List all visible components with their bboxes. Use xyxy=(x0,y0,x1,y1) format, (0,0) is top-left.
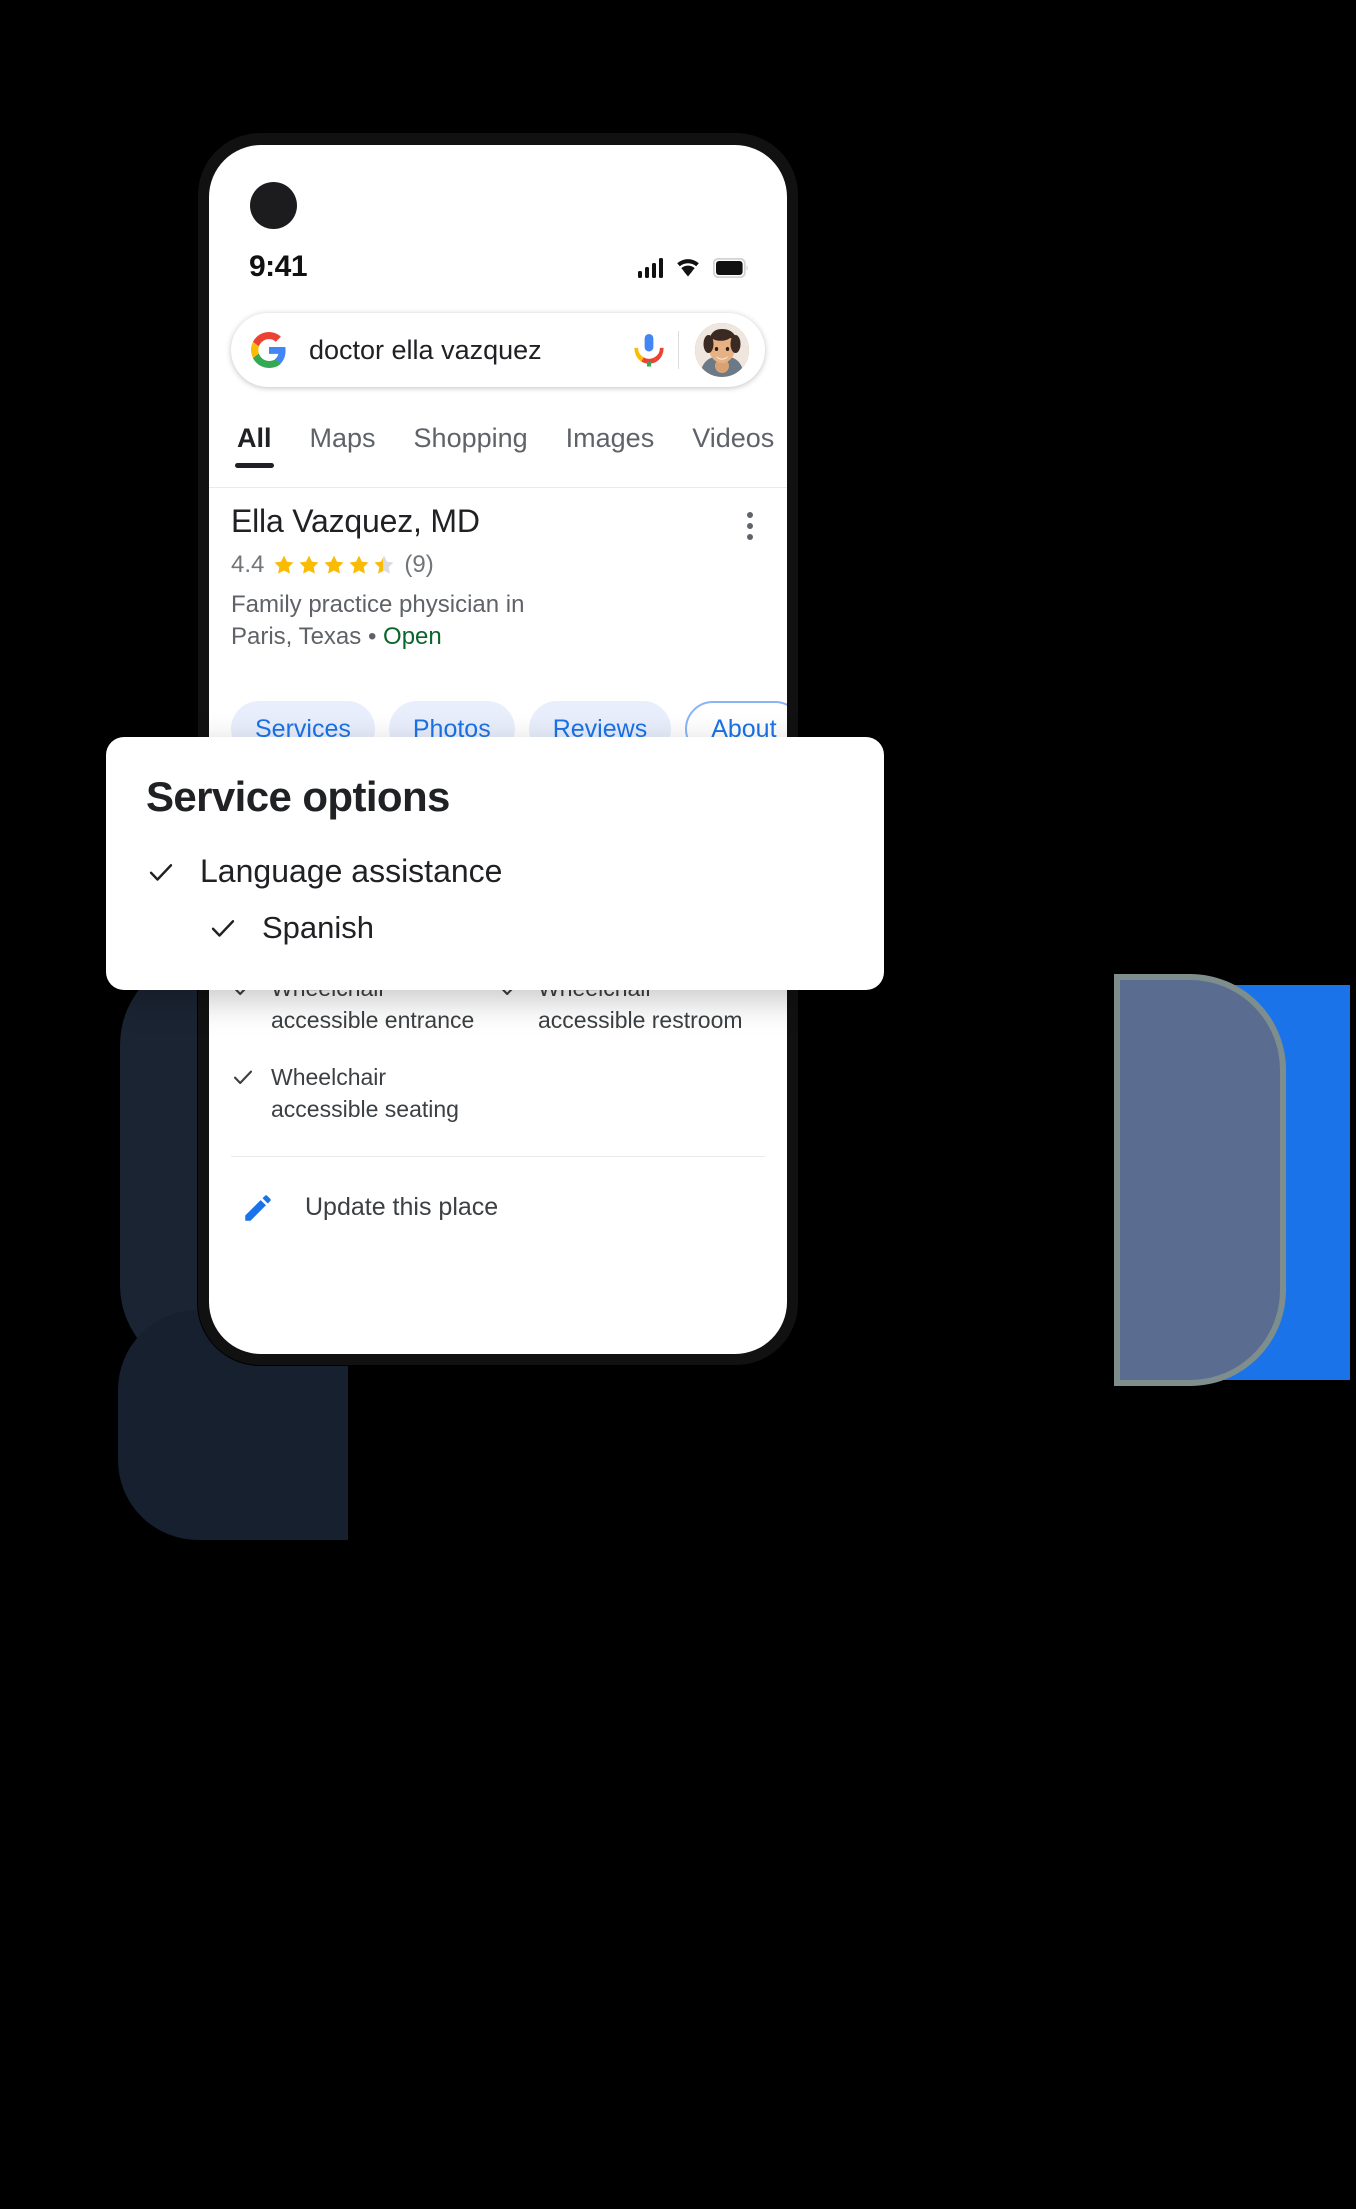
avatar-photo-icon xyxy=(695,323,749,377)
knowledge-panel: Ella Vazquez, MD 4.4 (9) Family practice… xyxy=(209,503,787,653)
microphone-icon[interactable] xyxy=(634,333,664,367)
search-divider xyxy=(678,331,679,369)
user-avatar[interactable] xyxy=(695,323,749,377)
overlay-list-subitem-label: Spanish xyxy=(262,910,375,945)
tabs-divider xyxy=(209,487,787,488)
result-meta: Family practice physician in Paris, Texa… xyxy=(231,589,571,653)
camera-punch-hole-icon xyxy=(250,182,297,229)
rating-row: 4.4 (9) xyxy=(231,551,765,579)
result-description: Family practice physician in xyxy=(231,591,525,618)
star-rating-icon xyxy=(272,553,396,577)
battery-icon xyxy=(713,257,748,278)
service-options-overlay-card: Service options Language assistance Span… xyxy=(106,737,884,990)
result-location: Paris, Texas xyxy=(231,623,362,651)
overlay-list-subitem: Spanish xyxy=(208,910,844,946)
list-item: Wheelchair accessible seating xyxy=(231,1062,498,1125)
meta-separator: • xyxy=(367,623,377,651)
status-bar: 9:41 xyxy=(209,245,787,289)
update-this-place-label: Update this place xyxy=(305,1193,499,1222)
overlay-title: Service options xyxy=(146,773,450,820)
tab-maps[interactable]: Maps xyxy=(308,417,378,472)
overlay-list-item: Language assistance xyxy=(146,853,844,890)
tab-shopping[interactable]: Shopping xyxy=(412,417,530,472)
decorative-blue-block xyxy=(1125,985,1350,1380)
tab-images[interactable]: Images xyxy=(564,417,657,472)
wifi-icon xyxy=(677,258,699,276)
tab-videos[interactable]: Videos xyxy=(690,417,776,472)
result-header: Ella Vazquez, MD xyxy=(231,503,765,543)
list-item-label: Wheelchair accessible seating xyxy=(271,1064,459,1123)
overlay-list-item-label: Language assistance xyxy=(200,853,503,889)
screenshot-root: 9:41 doctor ella vazquez All Maps Shoppi… xyxy=(0,0,1356,2209)
status-time: 9:41 xyxy=(249,250,308,283)
check-icon xyxy=(149,863,173,881)
accessibility-grid: Wheelchair accessible entrance Wheelchai… xyxy=(231,973,765,1152)
review-count: (9) xyxy=(404,551,434,578)
google-g-icon xyxy=(251,332,286,368)
accessibility-section: Wheelchair accessible entrance Wheelchai… xyxy=(209,973,787,1225)
search-bar[interactable]: doctor ella vazquez xyxy=(231,313,765,387)
pencil-icon xyxy=(245,1195,271,1221)
kebab-menu-icon[interactable] xyxy=(735,509,765,543)
search-tabs: All Maps Shopping Images Videos xyxy=(209,417,787,487)
search-input[interactable]: doctor ella vazquez xyxy=(309,335,634,366)
page-title: Ella Vazquez, MD xyxy=(231,503,480,539)
rating-value: 4.4 xyxy=(231,551,265,578)
decorative-slate-shape xyxy=(1120,980,1280,1380)
tab-all[interactable]: All xyxy=(235,417,274,472)
check-icon xyxy=(211,920,235,937)
status-badge: Open xyxy=(383,623,442,651)
check-icon xyxy=(233,1071,253,1085)
status-icons xyxy=(637,257,750,278)
signal-bars-icon xyxy=(637,257,663,278)
update-this-place-button[interactable]: Update this place xyxy=(231,1157,765,1225)
